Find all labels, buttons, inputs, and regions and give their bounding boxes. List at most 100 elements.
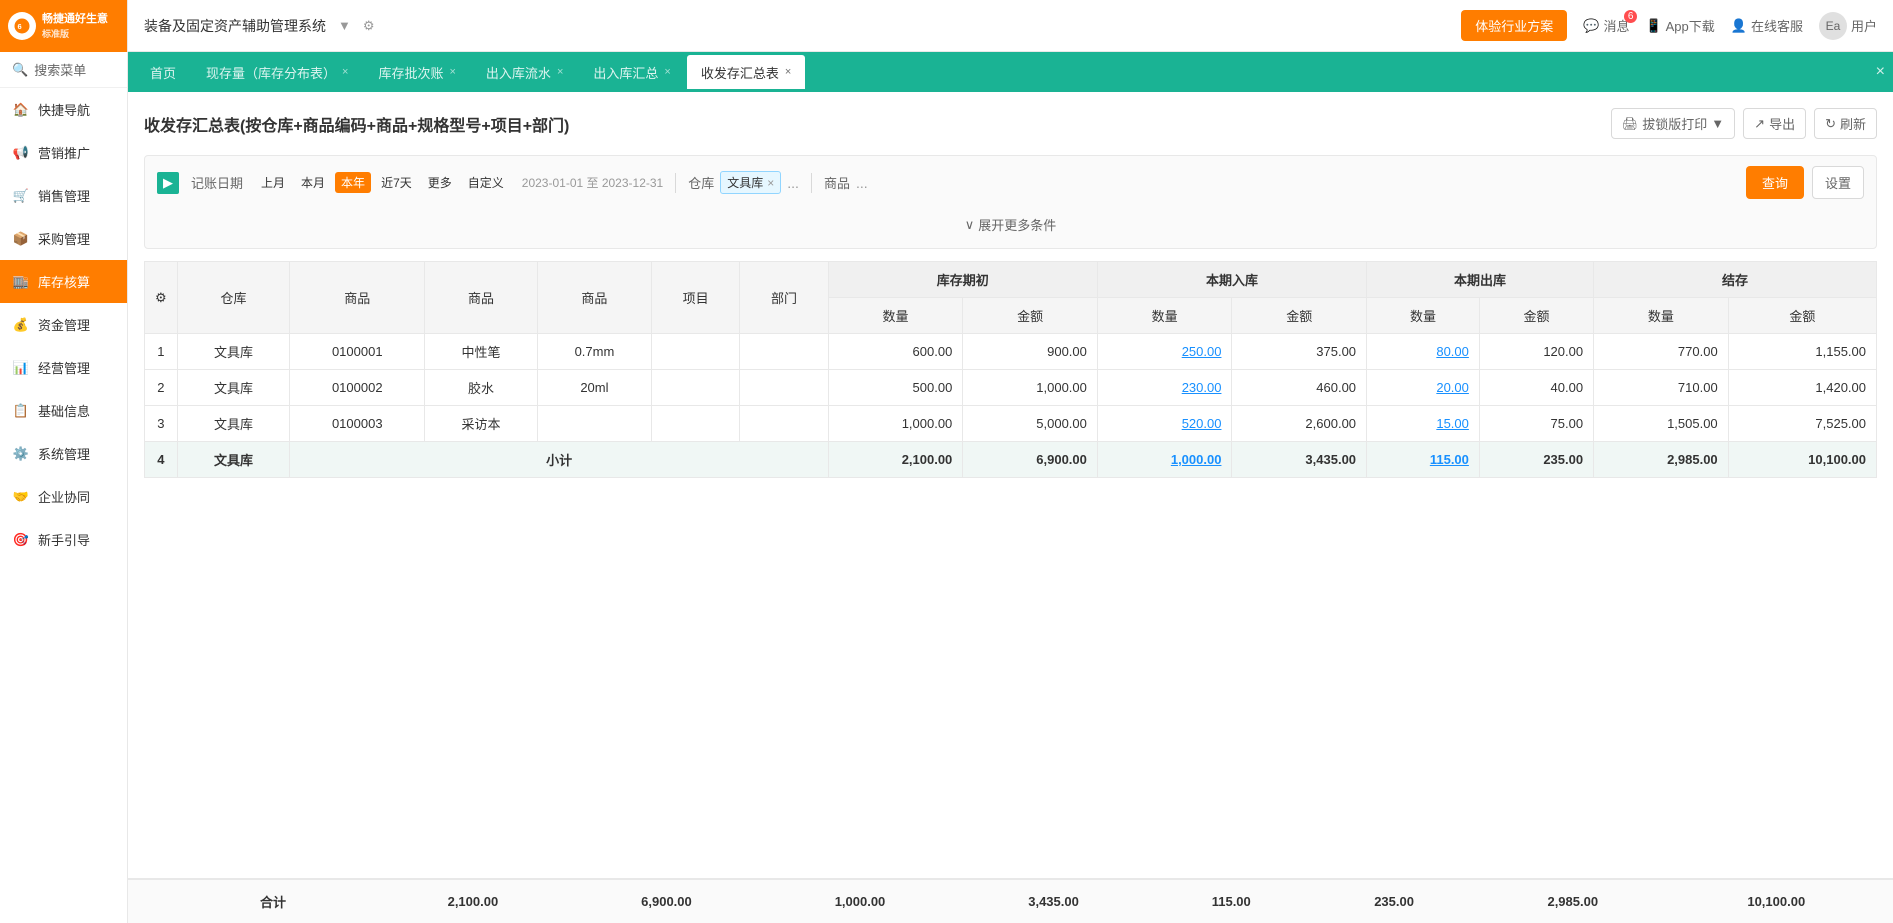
expand-more-button[interactable]: ∨ 展开更多条件 bbox=[157, 211, 1864, 238]
tab-close-batch-voucher[interactable]: × bbox=[449, 66, 455, 78]
sidebar-item-system[interactable]: ⚙️ 系统管理 bbox=[0, 432, 127, 475]
purchase-icon: 📦 bbox=[12, 230, 30, 248]
row1-out-qty[interactable]: 80.00 bbox=[1367, 334, 1480, 370]
tab-inventory-dist[interactable]: 现存量（库存分布表） × bbox=[192, 55, 362, 89]
goods-ellipsis[interactable]: ... bbox=[856, 175, 868, 191]
tab-close-inventory-dist[interactable]: × bbox=[342, 66, 348, 78]
sidebar-item-quick-nav[interactable]: 🏠 快捷导航 bbox=[0, 88, 127, 131]
try-button[interactable]: 体验行业方案 bbox=[1461, 10, 1567, 41]
warehouse-ellipsis[interactable]: ... bbox=[787, 175, 799, 191]
tab-home-label: 首页 bbox=[150, 63, 176, 82]
nav-label-guide: 新手引导 bbox=[38, 530, 90, 549]
tab-bar: 首页 现存量（库存分布表） × 库存批次账 × 出入库流水 × 出入库汇总 × … bbox=[128, 52, 1893, 92]
tab-inout-summary[interactable]: 出入库汇总 × bbox=[579, 55, 684, 89]
page-title-bar: 收发存汇总表(按仓库+商品编码+商品+规格型号+项目+部门) 🖨 拔锁版打印 ▼… bbox=[144, 108, 1877, 139]
logo-icon: 6 bbox=[8, 12, 36, 40]
tab-inout-flow[interactable]: 出入库流水 × bbox=[472, 55, 577, 89]
tab-close-recv-send-summary[interactable]: × bbox=[785, 66, 791, 78]
col-open-qty: 数量 bbox=[828, 298, 963, 334]
row1-open-amt: 900.00 bbox=[963, 334, 1098, 370]
filter-separator-1 bbox=[675, 173, 676, 193]
tab-close-inout-flow[interactable]: × bbox=[557, 66, 563, 78]
filter-expand-button[interactable]: ▶ bbox=[157, 172, 179, 194]
tab-home[interactable]: 首页 bbox=[136, 55, 190, 89]
refresh-button[interactable]: ↻ 刷新 bbox=[1814, 108, 1877, 139]
footer-in-amt: 3,435.00 bbox=[957, 888, 1151, 915]
tab-close-inout-summary[interactable]: × bbox=[664, 66, 670, 78]
row1-dept bbox=[740, 334, 828, 370]
table-settings-header: ⚙ bbox=[145, 262, 178, 334]
row3-project bbox=[652, 406, 740, 442]
nav-label-operations: 经营管理 bbox=[38, 358, 90, 377]
col-code: 商品 bbox=[290, 262, 425, 334]
sidebar-item-finance[interactable]: 💰 资金管理 bbox=[0, 303, 127, 346]
sidebar: 6 畅捷通好生意 标准版 🔍 搜索菜单 🏠 快捷导航 📢 营销推广 🛒 销售管理… bbox=[0, 0, 128, 923]
row1-in-qty[interactable]: 250.00 bbox=[1097, 334, 1232, 370]
col-group-in: 本期入库 bbox=[1097, 262, 1366, 298]
subtotal-in-qty[interactable]: 1,000.00 bbox=[1097, 442, 1232, 478]
col-out-amt: 金额 bbox=[1479, 298, 1593, 334]
row1-name: 中性笔 bbox=[425, 334, 538, 370]
setting-button[interactable]: 设置 bbox=[1812, 166, 1864, 199]
refresh-icon: ↻ bbox=[1825, 116, 1836, 132]
query-button[interactable]: 查询 bbox=[1746, 166, 1804, 199]
user-action[interactable]: Ea 用户 bbox=[1819, 12, 1877, 40]
subtotal-out-amt: 235.00 bbox=[1479, 442, 1593, 478]
tab-bar-close-icon[interactable]: × bbox=[1876, 63, 1885, 81]
date-option-7days[interactable]: 近7天 bbox=[375, 172, 418, 193]
app-download-action[interactable]: 📱 App下载 bbox=[1645, 16, 1714, 35]
sidebar-item-sales[interactable]: 🛒 销售管理 bbox=[0, 174, 127, 217]
warehouse-tag-close[interactable]: × bbox=[767, 176, 774, 190]
footer-bar: 合计 2,100.00 6,900.00 1,000.00 3,435.00 1… bbox=[128, 878, 1893, 923]
tab-batch-voucher[interactable]: 库存批次账 × bbox=[364, 55, 469, 89]
subtotal-out-qty[interactable]: 115.00 bbox=[1367, 442, 1480, 478]
page-inner: 收发存汇总表(按仓库+商品编码+商品+规格型号+项目+部门) 🖨 拔锁版打印 ▼… bbox=[128, 92, 1893, 878]
sidebar-item-guide[interactable]: 🎯 新手引导 bbox=[0, 518, 127, 561]
date-option-this-month[interactable]: 本月 bbox=[295, 172, 331, 193]
row1-code: 0100001 bbox=[290, 334, 425, 370]
export-button[interactable]: ↗ 导出 bbox=[1743, 108, 1806, 139]
sidebar-item-basic-info[interactable]: 📋 基础信息 bbox=[0, 389, 127, 432]
date-option-this-year[interactable]: 本年 bbox=[335, 172, 371, 193]
row3-in-qty[interactable]: 520.00 bbox=[1097, 406, 1232, 442]
data-table: ⚙ 仓库 商品 商品 商品 项目 部门 库存期初 本期入库 本期出库 结存 数量 bbox=[144, 261, 1877, 478]
sidebar-item-enterprise[interactable]: 🤝 企业协同 bbox=[0, 475, 127, 518]
sidebar-item-purchase[interactable]: 📦 采购管理 bbox=[0, 217, 127, 260]
date-option-last-month[interactable]: 上月 bbox=[255, 172, 291, 193]
service-icon: 👤 bbox=[1731, 18, 1747, 34]
sidebar-item-operations[interactable]: 📊 经营管理 bbox=[0, 346, 127, 389]
date-range-display: 2023-01-01 至 2023-12-31 bbox=[522, 174, 663, 191]
search-menu[interactable]: 🔍 搜索菜单 bbox=[0, 52, 127, 88]
logo-title: 畅捷通好生意 bbox=[42, 12, 108, 26]
row2-out-qty[interactable]: 20.00 bbox=[1367, 370, 1480, 406]
table-row: 3 文具库 0100003 采访本 1,000.00 5,000.00 520.… bbox=[145, 406, 1877, 442]
row3-in-amt: 2,600.00 bbox=[1232, 406, 1367, 442]
col-spec: 商品 bbox=[537, 262, 651, 334]
row2-open-amt: 1,000.00 bbox=[963, 370, 1098, 406]
system-icon: ⚙️ bbox=[12, 445, 30, 463]
warehouse-filter: 仓库 文具库 × ... bbox=[688, 171, 799, 194]
sidebar-item-inventory[interactable]: 🏬 库存核算 bbox=[0, 260, 127, 303]
row2-in-qty[interactable]: 230.00 bbox=[1097, 370, 1232, 406]
sidebar-item-marketing[interactable]: 📢 营销推广 bbox=[0, 131, 127, 174]
date-option-more[interactable]: 更多 bbox=[422, 172, 458, 193]
service-action[interactable]: 👤 在线客服 bbox=[1731, 16, 1803, 35]
print-button[interactable]: 🖨 拔锁版打印 ▼ bbox=[1611, 108, 1735, 139]
gear-icon[interactable]: ⚙ bbox=[363, 18, 375, 34]
subtotal-end-qty: 2,985.00 bbox=[1594, 442, 1729, 478]
subtotal-row: 4 文具库 小计 2,100.00 6,900.00 1,000.00 3,43… bbox=[145, 442, 1877, 478]
cart-icon: 🛒 bbox=[12, 187, 30, 205]
row3-end-amt: 7,525.00 bbox=[1728, 406, 1876, 442]
subtotal-end-amt: 10,100.00 bbox=[1728, 442, 1876, 478]
message-action[interactable]: 💬 消息 6 bbox=[1583, 16, 1629, 35]
row2-warehouse: 文具库 bbox=[177, 370, 290, 406]
row2-end-amt: 1,420.00 bbox=[1728, 370, 1876, 406]
row3-out-amt: 75.00 bbox=[1479, 406, 1593, 442]
operations-icon: 📊 bbox=[12, 359, 30, 377]
nav-label-marketing: 营销推广 bbox=[38, 143, 90, 162]
row3-out-qty[interactable]: 15.00 bbox=[1367, 406, 1480, 442]
row3-open-amt: 5,000.00 bbox=[963, 406, 1098, 442]
date-option-custom[interactable]: 自定义 bbox=[462, 172, 510, 193]
nav-label-purchase: 采购管理 bbox=[38, 229, 90, 248]
tab-recv-send-summary[interactable]: 收发存汇总表 × bbox=[687, 55, 805, 89]
